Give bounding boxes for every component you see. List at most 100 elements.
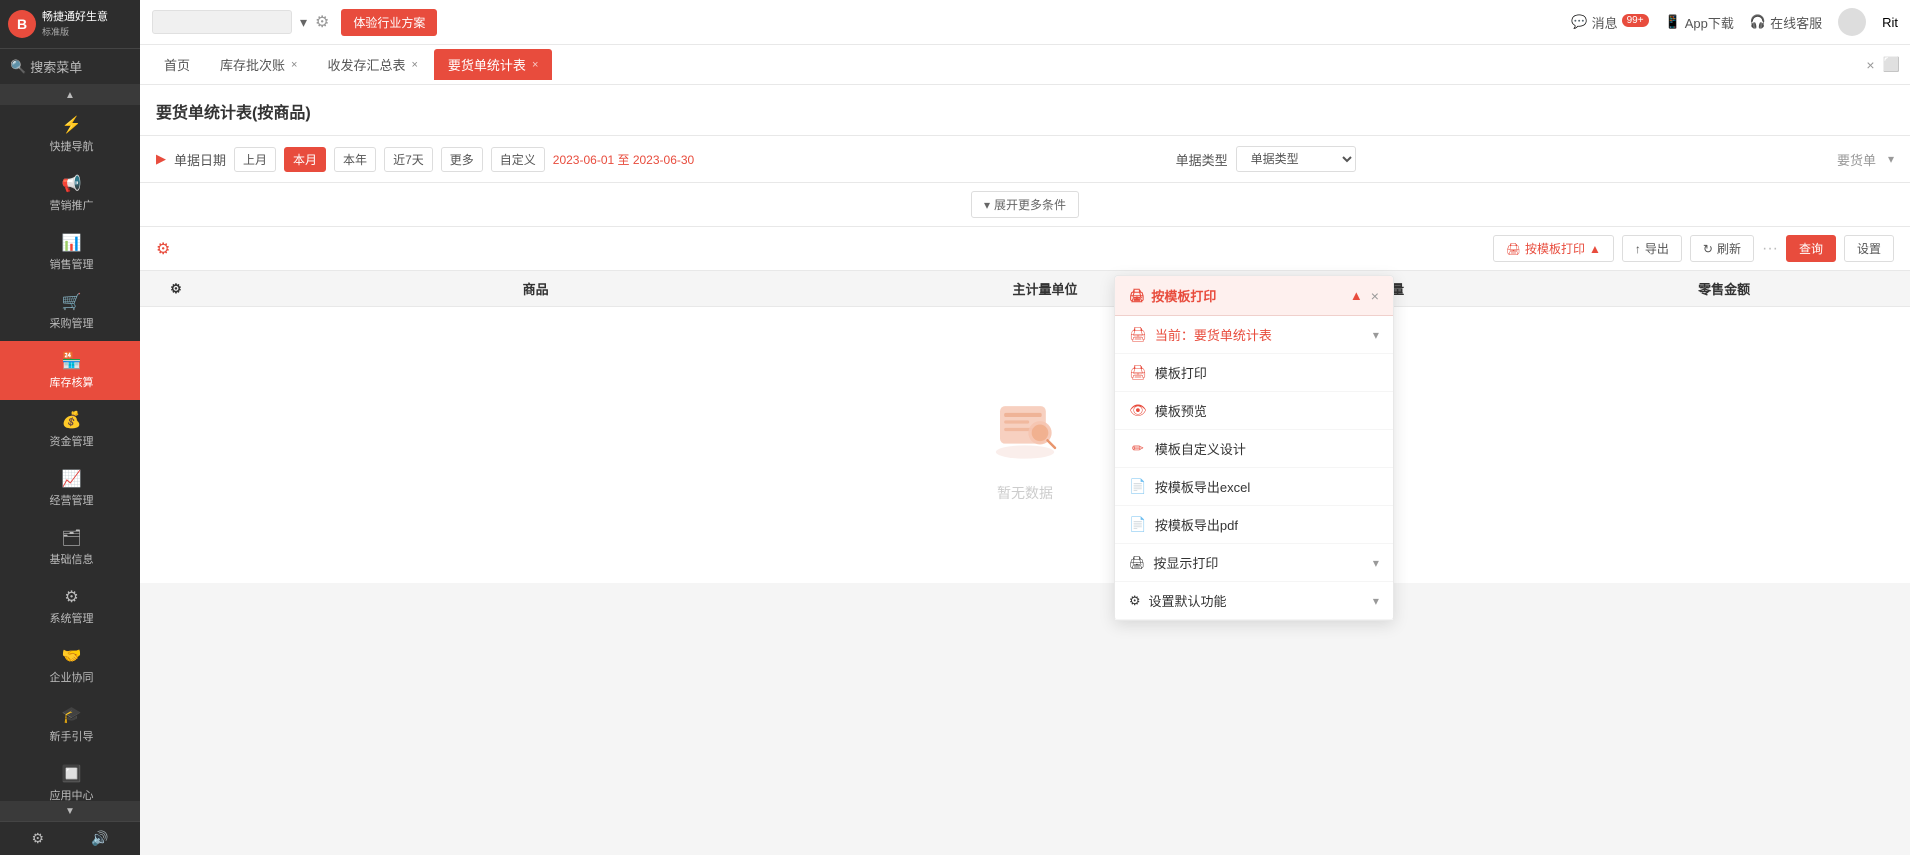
col-settings[interactable]: ⚙ xyxy=(156,281,196,297)
print-dropdown: 🖨 按模板打印 ▲ × 🖨 当前：要货单统计表 ▾ xyxy=(1114,275,1394,621)
nav-icon-jingying: 📈 xyxy=(62,469,82,489)
print-btn[interactable]: 🖨 按模板打印 ▲ xyxy=(1493,235,1614,262)
tab-yaohuo-close[interactable]: × xyxy=(532,59,538,71)
template-excel-item[interactable]: 📄 按模板导出excel xyxy=(1115,468,1393,506)
date-btn-benNian[interactable]: 本年 xyxy=(334,147,376,172)
sidebar-scroll-up[interactable]: ▲ xyxy=(0,85,140,105)
export-btn[interactable]: ↑ 导出 xyxy=(1622,235,1682,262)
display-print-section[interactable]: 🖨 按显示打印 ▾ xyxy=(1115,544,1393,582)
sidebar-item-kuaijie[interactable]: ⚡ 快捷导航 xyxy=(0,105,140,164)
template-excel-label: 按模板导出excel xyxy=(1155,477,1250,496)
nav-icon-qiye: 🤝 xyxy=(62,646,82,666)
tab-shoufa[interactable]: 收发存汇总表 × xyxy=(313,49,431,80)
table-container: ⚙ 商品 主计量单位 主数量 零售金额 暂无数据 xyxy=(140,271,1910,583)
sidebar-item-zijin[interactable]: 💰 资金管理 xyxy=(0,400,140,459)
set-default-section[interactable]: ⚙ 设置默认功能 ▾ xyxy=(1115,582,1393,620)
notification-badge: 99+ xyxy=(1622,14,1649,27)
template-design-icon: ✏ xyxy=(1129,440,1147,457)
settings-footer-icon[interactable]: ⚙ xyxy=(32,830,45,847)
sidebar-search-label: 搜索菜单 xyxy=(30,57,82,76)
tabs-bar: 首页 库存批次账 × 收发存汇总表 × 要货单统计表 × × ⬜ xyxy=(140,45,1910,85)
tab-yaohuo[interactable]: 要货单统计表 × xyxy=(434,49,552,80)
sidebar-item-jingying[interactable]: 📈 经营管理 xyxy=(0,459,140,518)
topbar-dropdown-btn[interactable]: ▾ xyxy=(300,14,307,31)
tabs-right-controls: × ⬜ xyxy=(1866,56,1900,73)
display-print-left: 🖨 按显示打印 xyxy=(1129,553,1219,572)
date-btn-benYue[interactable]: 本月 xyxy=(284,147,326,172)
print-dropdown-up-arrow[interactable]: ▲ xyxy=(1350,288,1363,303)
expand-more-btn[interactable]: ▾ 展开更多条件 xyxy=(971,191,1079,218)
topbar-right: 💬 消息 99+ 📱 App下载 🎧 在线客服 Rit xyxy=(1571,8,1898,36)
topbar-gear-icon[interactable]: ⚙ xyxy=(315,12,329,32)
toolbar-settings-icon[interactable]: ⚙ xyxy=(156,239,170,259)
date-label: 单据日期 xyxy=(174,150,226,169)
query-btn[interactable]: 查询 xyxy=(1786,235,1836,262)
tab-home[interactable]: 首页 xyxy=(150,49,204,80)
sidebar-item-kucun[interactable]: 🏪 库存核算 xyxy=(0,341,140,400)
settings-btn[interactable]: 设置 xyxy=(1844,235,1894,262)
filter-bar: ▶ 单据日期 上月 本月 本年 近7天 更多 自定义 2023-06-01 至 … xyxy=(140,136,1910,183)
sidebar-item-xitong[interactable]: ⚙ 系统管理 xyxy=(0,577,140,636)
experience-btn[interactable]: 体验行业方案 xyxy=(341,9,437,36)
yaohuo-dropdown[interactable]: ▾ xyxy=(1888,152,1894,166)
empty-state-illustration xyxy=(975,387,1075,467)
set-default-label: 设置默认功能 xyxy=(1149,591,1227,610)
more-options-icon[interactable]: ··· xyxy=(1762,240,1778,258)
sidebar-item-jichu[interactable]: 🗂 基础信息 xyxy=(0,518,140,577)
template-pdf-item[interactable]: 📄 按模板导出pdf xyxy=(1115,506,1393,544)
tab-yaohuo-label: 要货单统计表 xyxy=(448,55,526,74)
sidebar-search[interactable]: 🔍 搜索菜单 xyxy=(0,49,140,85)
volume-footer-icon[interactable]: 🔊 xyxy=(91,830,108,847)
topbar-online-service[interactable]: 🎧 在线客服 xyxy=(1750,13,1822,32)
template-design-item[interactable]: ✏ 模板自定义设计 xyxy=(1115,430,1393,468)
sidebar-scroll-down[interactable]: ▼ xyxy=(0,801,140,821)
type-select[interactable]: 单据类型 xyxy=(1236,146,1356,172)
nav-icon-xitong: ⚙ xyxy=(64,587,78,607)
sidebar-item-xiaoshou[interactable]: 📊 销售管理 xyxy=(0,223,140,282)
refresh-label: 刷新 xyxy=(1717,240,1741,257)
tab-kucun-pici[interactable]: 库存批次账 × xyxy=(206,49,311,80)
app-name: 畅捷通好生意 xyxy=(42,10,108,24)
current-dropdown-arrow[interactable]: ▾ xyxy=(1373,328,1379,342)
toolbar: ⚙ 🖨 按模板打印 ▲ 🖨 按模板打印 xyxy=(140,227,1910,271)
sidebar-item-yingxiao[interactable]: 📢 营销推广 xyxy=(0,164,140,223)
date-btn-shangYue[interactable]: 上月 xyxy=(234,147,276,172)
user-name: Rit xyxy=(1882,15,1898,30)
refresh-icon: ↻ xyxy=(1703,242,1713,256)
sidebar: B 畅捷通好生意 标准版 🔍 搜索菜单 ▲ ⚡ 快捷导航 📢 营销推广 📊 销售… xyxy=(0,0,140,855)
date-btn-gengDuo[interactable]: 更多 xyxy=(441,147,483,172)
sidebar-item-caigou[interactable]: 🛒 采购管理 xyxy=(0,282,140,341)
tab-kucun-pici-close[interactable]: × xyxy=(291,59,297,71)
sidebar-item-xinshou[interactable]: 🎓 新手引导 xyxy=(0,695,140,754)
tab-home-label: 首页 xyxy=(164,55,190,74)
print-btn-container: 🖨 按模板打印 ▲ 🖨 按模板打印 ▲ × xyxy=(1493,235,1614,262)
date-btn-jin7Tian[interactable]: 近7天 xyxy=(384,147,433,172)
tab-shoufa-close[interactable]: × xyxy=(411,59,417,71)
template-preview-item[interactable]: 👁 模板预览 xyxy=(1115,392,1393,430)
date-btn-ziDingYi[interactable]: 自定义 xyxy=(491,147,545,172)
service-label: 在线客服 xyxy=(1770,13,1822,32)
refresh-btn[interactable]: ↻ 刷新 xyxy=(1690,235,1754,262)
print-dropdown-current[interactable]: 🖨 当前：要货单统计表 ▾ xyxy=(1115,316,1393,354)
topbar-search-input[interactable] xyxy=(152,10,292,34)
sidebar-nav: ⚡ 快捷导航 📢 营销推广 📊 销售管理 🛒 采购管理 🏪 库存核算 💰 资金管… xyxy=(0,105,140,801)
print-dropdown-close-btn[interactable]: × xyxy=(1371,288,1379,304)
sidebar-item-label: 快捷导航 xyxy=(50,138,94,154)
app-download-label: App下载 xyxy=(1685,13,1734,32)
tab-shoufa-label: 收发存汇总表 xyxy=(327,55,405,74)
tab-maximize[interactable]: ⬜ xyxy=(1883,56,1900,73)
sidebar-item-qiye[interactable]: 🤝 企业协同 xyxy=(0,636,140,695)
nav-icon-kuaijie: ⚡ xyxy=(62,115,82,135)
template-preview-label: 模板预览 xyxy=(1155,401,1207,420)
nav-icon-yingyong: 🔲 xyxy=(62,764,82,784)
topbar-app-download[interactable]: 📱 App下载 xyxy=(1665,13,1734,32)
print-dropdown-toggle-icon[interactable]: ▲ xyxy=(1589,242,1601,256)
main-area: ▾ ⚙ 体验行业方案 💬 消息 99+ 📱 App下载 🎧 在线客服 Rit 首… xyxy=(140,0,1910,855)
template-print-item[interactable]: 🖨 模板打印 xyxy=(1115,354,1393,392)
filter-expand-btn[interactable]: ▶ xyxy=(156,151,166,167)
user-avatar[interactable] xyxy=(1838,8,1866,36)
sidebar-item-yingyong[interactable]: 🔲 应用中心 xyxy=(0,754,140,801)
logo-icon: B xyxy=(8,10,36,38)
tab-close-all[interactable]: × xyxy=(1866,57,1874,73)
topbar-messages[interactable]: 💬 消息 99+ xyxy=(1571,13,1648,32)
